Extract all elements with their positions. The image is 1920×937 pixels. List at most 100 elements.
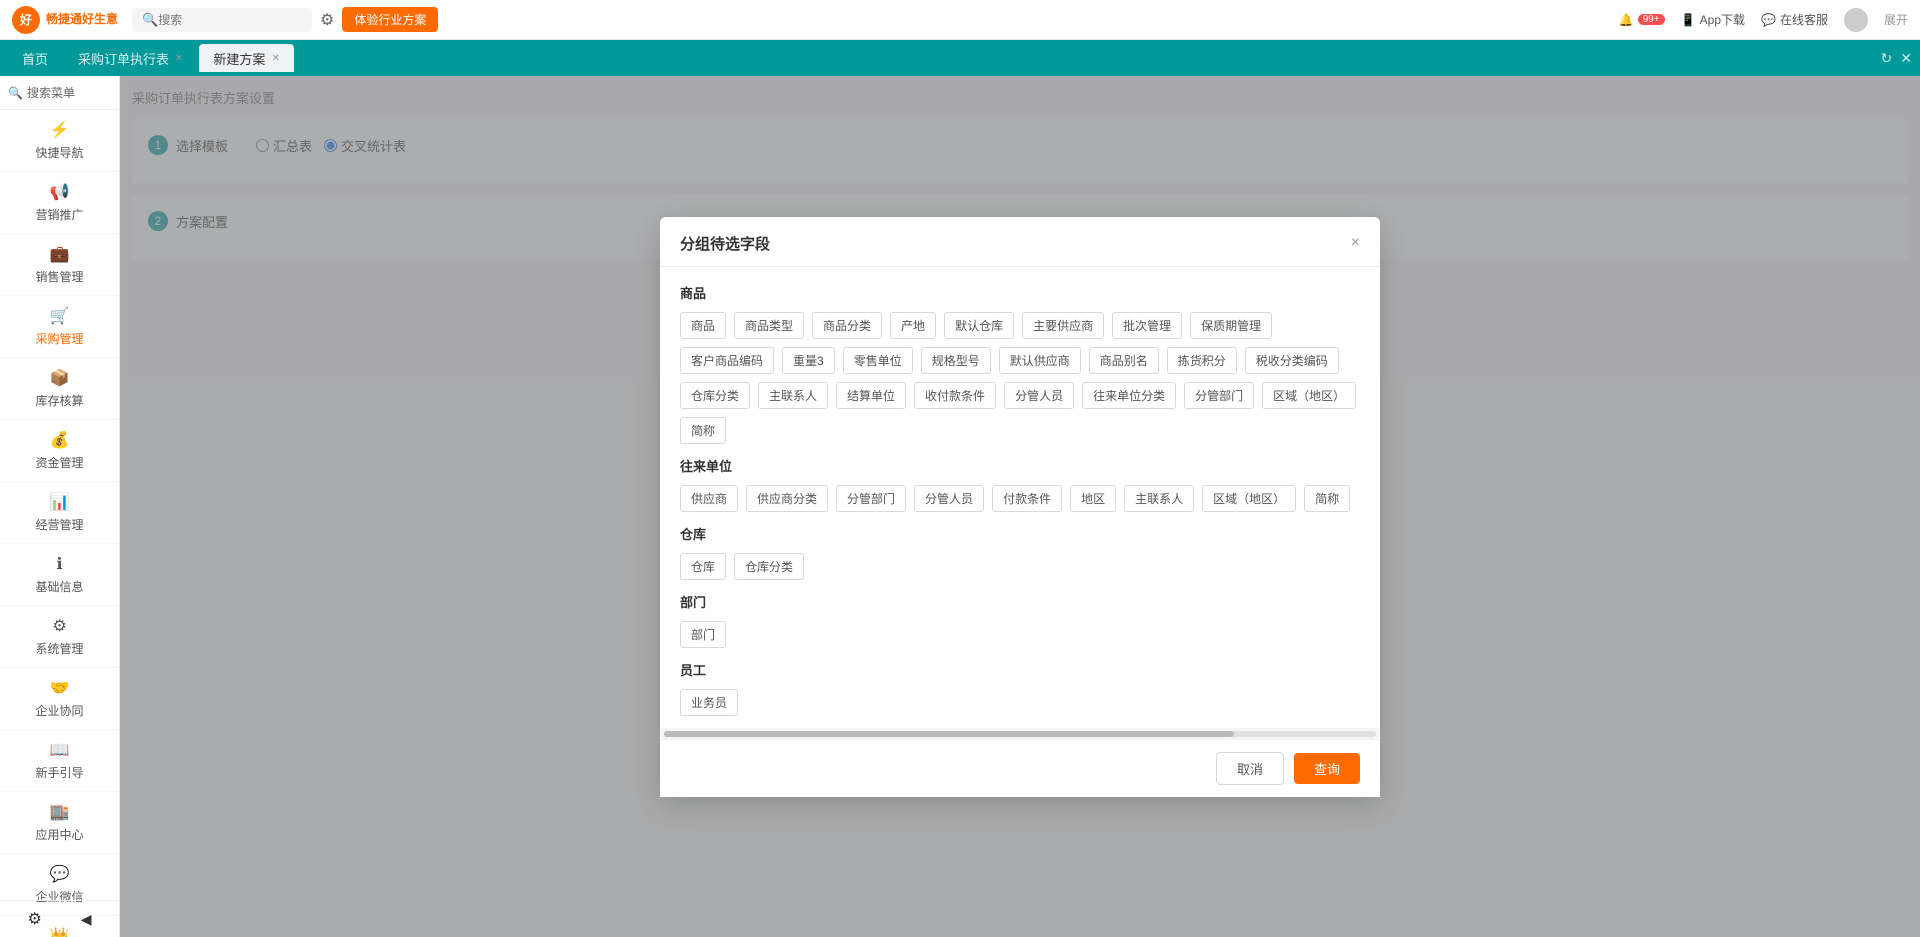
sidebar-item-finance[interactable]: 💰 资金管理 [0,420,119,482]
sidebar-item-label: 快捷导航 [35,144,83,161]
field-tag-1-4[interactable]: 付款条件 [992,485,1062,512]
app-download-item[interactable]: 📱 App下载 [1681,11,1745,28]
header-middle: 🔍 ⚙ 体验行业方案 [132,7,1619,32]
tab-refresh-icon[interactable]: ↻ [1881,50,1893,67]
field-tag-0-7[interactable]: 保质期管理 [1190,312,1272,339]
field-tag-0-21[interactable]: 往来单位分类 [1082,382,1176,409]
field-tag-0-17[interactable]: 主联系人 [758,382,828,409]
field-tag-2-1[interactable]: 仓库分类 [734,553,804,580]
field-tag-0-1[interactable]: 商品类型 [734,312,804,339]
field-tag-1-1[interactable]: 供应商分类 [746,485,828,512]
sidebar-item-label: 经营管理 [35,516,83,533]
hscroll-track [664,731,1376,737]
tab-purchase-close[interactable]: ✕ [175,53,183,64]
field-tag-3-0[interactable]: 部门 [680,621,726,648]
field-tag-1-5[interactable]: 地区 [1070,485,1116,512]
search-input[interactable] [158,13,288,27]
modal-close-button[interactable]: × [1351,234,1360,252]
marketing-icon: 📢 [50,182,70,202]
field-tag-1-6[interactable]: 主联系人 [1124,485,1194,512]
sidebar-item-system[interactable]: ⚙ 系统管理 [0,606,119,668]
field-tag-0-19[interactable]: 收付款条件 [914,382,996,409]
avatar[interactable] [1844,8,1868,32]
cooperation-icon: 🤝 [50,678,70,698]
tab-new-scheme-close[interactable]: ✕ [271,53,279,64]
field-tag-2-0[interactable]: 仓库 [680,553,726,580]
field-tag-0-2[interactable]: 商品分类 [812,312,882,339]
experience-button[interactable]: 体验行业方案 [342,7,438,32]
sidebar-item-cooperation[interactable]: 🤝 企业协同 [0,668,119,730]
field-tag-0-20[interactable]: 分管人员 [1004,382,1074,409]
sidebar-collapse-icon[interactable]: ◀ [81,911,92,928]
sidebar-item-new-guide[interactable]: 📖 新手引导 [0,730,119,792]
field-tag-4-0[interactable]: 业务员 [680,689,738,716]
field-tag-0-18[interactable]: 结算单位 [836,382,906,409]
sidebar-search-icon: 🔍 [8,86,23,100]
tab-new-scheme[interactable]: 新建方案 ✕ [199,44,293,72]
field-tag-0-14[interactable]: 拣货积分 [1167,347,1237,374]
logo-area: 好 畅捷通好生意 [12,6,132,34]
field-tags-2: 仓库仓库分类 [680,553,1360,580]
field-tag-0-0[interactable]: 商品 [680,312,726,339]
sidebar-item-marketing[interactable]: 📢 营销推广 [0,172,119,234]
sidebar-item-sales[interactable]: 💼 销售管理 [0,234,119,296]
sidebar-item-basic-info[interactable]: ℹ 基础信息 [0,544,119,606]
sidebar-item-management[interactable]: 📊 经营管理 [0,482,119,544]
field-tag-1-7[interactable]: 区域（地区） [1202,485,1296,512]
field-group-title-3: 部门 [680,592,1360,611]
modal-footer: 取消 查询 [660,739,1380,797]
field-tags-4: 业务员 [680,689,1360,716]
field-tag-1-0[interactable]: 供应商 [680,485,738,512]
field-group-title-1: 往来单位 [680,456,1360,475]
field-tag-0-13[interactable]: 商品别名 [1089,347,1159,374]
field-tag-0-23[interactable]: 区域（地区） [1262,382,1356,409]
purchase-icon: 🛒 [50,306,70,326]
sidebar-item-label: 系统管理 [35,640,83,657]
field-tag-0-11[interactable]: 规格型号 [921,347,991,374]
field-tag-0-3[interactable]: 产地 [890,312,936,339]
field-tag-0-9[interactable]: 重量3 [782,347,835,374]
tab-purchase-list[interactable]: 采购订单执行表 ✕ [64,44,197,72]
field-tag-0-24[interactable]: 简称 [680,417,726,444]
gear-icon[interactable]: ⚙ [320,10,334,30]
service-label: 在线客服 [1780,11,1828,28]
field-tag-0-6[interactable]: 批次管理 [1112,312,1182,339]
notification-icon: 🔔 [1619,13,1634,27]
field-tag-1-2[interactable]: 分管部门 [836,485,906,512]
sidebar-item-app-center[interactable]: 🏬 应用中心 [0,792,119,854]
modal-hscroll[interactable] [660,728,1380,738]
online-service-item[interactable]: 💬 在线客服 [1761,11,1828,28]
download-icon: 📱 [1681,13,1696,27]
field-tag-0-16[interactable]: 仓库分类 [680,382,750,409]
header-search-box[interactable]: 🔍 [132,8,312,32]
sidebar-item-label: 应用中心 [35,826,83,843]
quick-nav-icon: ⚡ [50,120,70,140]
sidebar-item-purchase[interactable]: 🛒 采购管理 [0,296,119,358]
sidebar-search[interactable]: 🔍 搜索菜单 [0,76,119,110]
notification-item[interactable]: 🔔 99+ [1619,13,1665,27]
field-tag-0-8[interactable]: 客户商品编码 [680,347,774,374]
field-tag-0-10[interactable]: 零售单位 [843,347,913,374]
system-icon: ⚙ [50,616,70,636]
app-center-icon: 🏬 [50,802,70,822]
tab-home[interactable]: 首页 [8,44,62,72]
field-tag-0-15[interactable]: 税收分类编码 [1245,347,1339,374]
confirm-button[interactable]: 查询 [1294,753,1360,784]
field-tag-1-3[interactable]: 分管人员 [914,485,984,512]
field-tag-0-22[interactable]: 分管部门 [1184,382,1254,409]
field-tag-0-12[interactable]: 默认供应商 [999,347,1081,374]
field-tags-3: 部门 [680,621,1360,648]
field-tag-0-4[interactable]: 默认仓库 [944,312,1014,339]
tab-new-scheme-label: 新建方案 [213,49,265,68]
sidebar-settings-icon[interactable]: ⚙ [27,909,41,929]
tab-close-all-icon[interactable]: ✕ [1900,50,1912,67]
field-group-title-2: 仓库 [680,524,1360,543]
cancel-button[interactable]: 取消 [1216,752,1284,785]
sidebar-item-quick-nav[interactable]: ⚡ 快捷导航 [0,110,119,172]
expand-label[interactable]: 展开 [1884,11,1908,28]
header-right: 🔔 99+ 📱 App下载 💬 在线客服 展开 [1619,8,1908,32]
field-tag-0-5[interactable]: 主要供应商 [1022,312,1104,339]
field-tag-1-8[interactable]: 简称 [1304,485,1350,512]
sidebar-search-inner[interactable]: 🔍 搜索菜单 [8,84,111,101]
sidebar-item-inventory[interactable]: 📦 库存核算 [0,358,119,420]
